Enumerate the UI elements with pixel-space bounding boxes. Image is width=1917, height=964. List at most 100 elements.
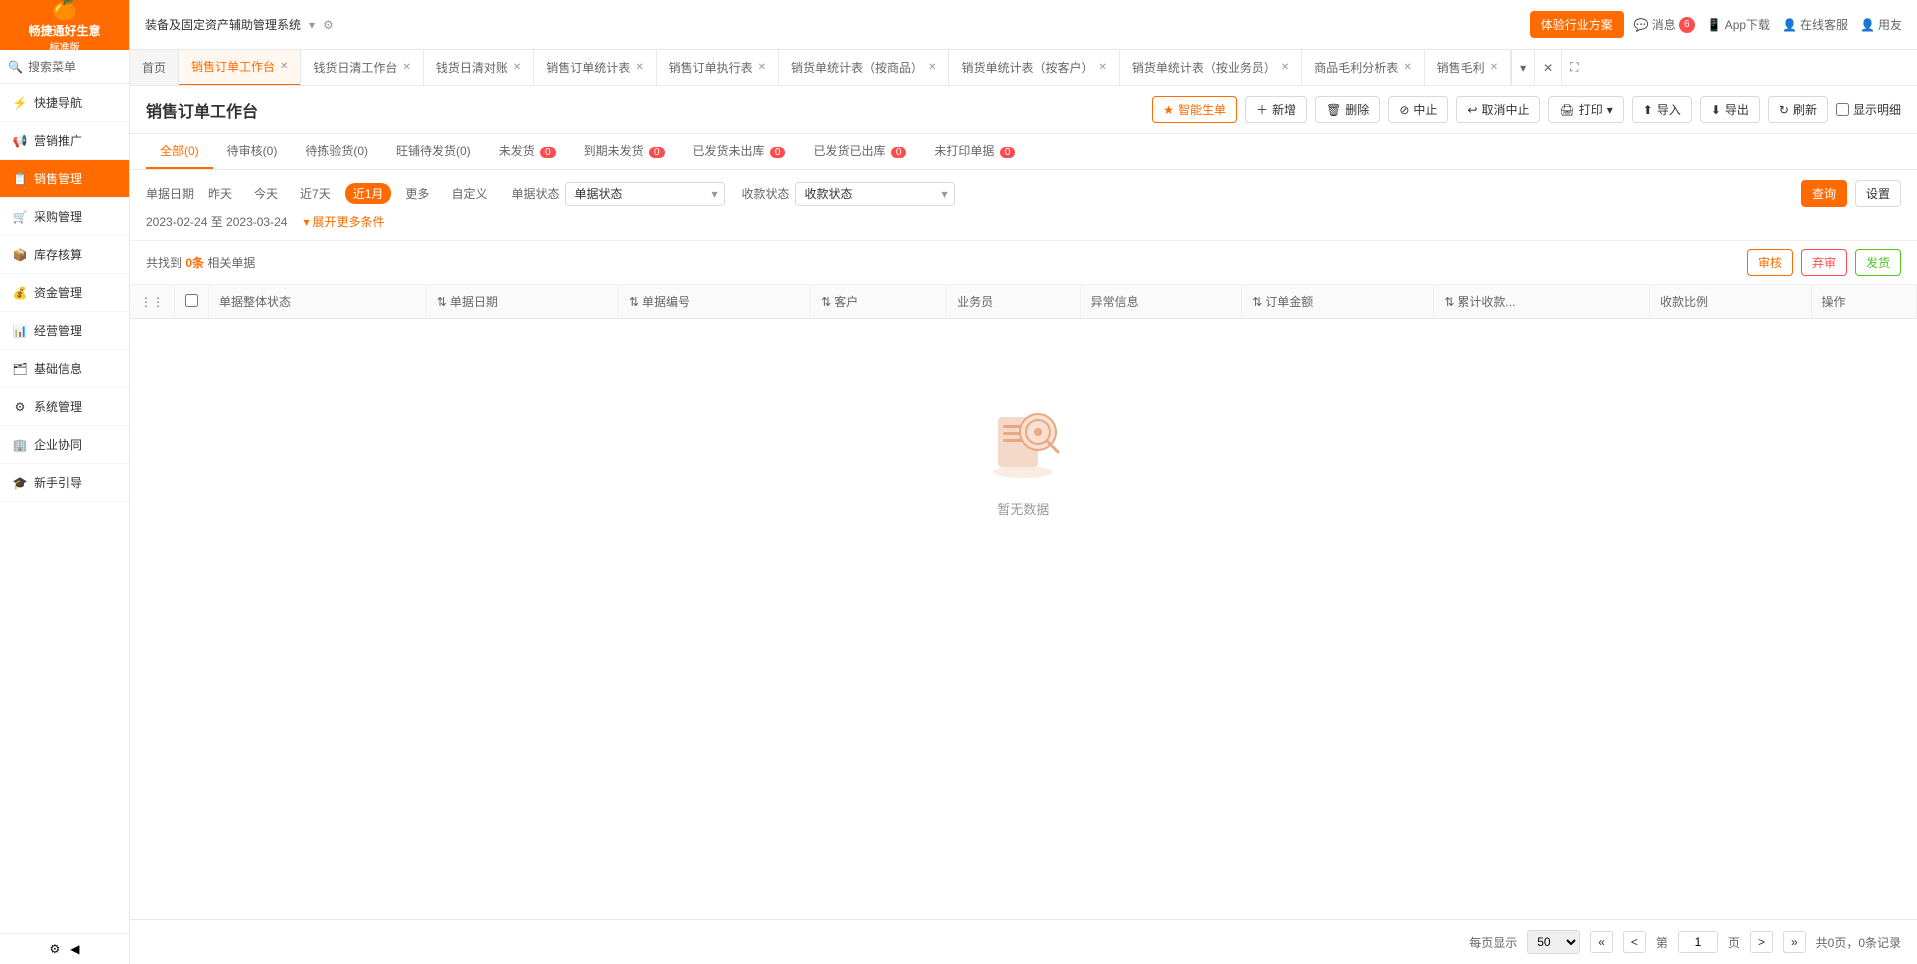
dropdown-icon[interactable]: ▾ <box>309 18 315 32</box>
page-size-select[interactable]: 50 100 200 <box>1527 930 1580 954</box>
close-tab-icon[interactable]: ✕ <box>280 61 288 72</box>
user-action[interactable]: 👤 用友 <box>1860 16 1902 33</box>
date-1month[interactable]: 近1月 <box>345 183 392 204</box>
cancel-stop-btn[interactable]: ↩ 取消中止 <box>1456 96 1540 123</box>
filter-tab-all[interactable]: 全部(0) <box>146 134 213 169</box>
th-number[interactable]: ⇅ 单据编号 <box>618 285 810 319</box>
sidebar-item-purchase[interactable]: 🛒 采购管理 <box>0 198 129 236</box>
th-status-sort[interactable]: 单据整体状态 <box>219 293 416 310</box>
sidebar-item-operations[interactable]: 📊 经营管理 <box>0 312 129 350</box>
review-btn[interactable]: 审核 <box>1747 249 1793 276</box>
cancel-review-btn[interactable]: 弃审 <box>1801 249 1847 276</box>
close-tab-icon[interactable]: ✕ <box>1403 62 1411 73</box>
online-service-action[interactable]: 👤 在线客服 <box>1782 16 1848 33</box>
ship-btn[interactable]: 发货 <box>1855 249 1901 276</box>
filter-tab-shipped-not-warehoused[interactable]: 已发货未出库 0 <box>679 134 800 169</box>
expand-filter-btn[interactable]: ▾ 展开更多条件 <box>303 213 384 230</box>
th-collected-sort[interactable]: ⇅ 累计收款... <box>1444 293 1639 310</box>
tab-sales-stats-customer[interactable]: 销货单统计表（按客户） ✕ <box>949 50 1119 86</box>
filter-tab-pending-review[interactable]: 待审核(0) <box>213 134 292 169</box>
tab-sales-stats-product[interactable]: 销货单统计表（按商品） ✕ <box>779 50 949 86</box>
tab-sales-order-stats[interactable]: 销售订单统计表 ✕ <box>534 50 656 86</box>
app-download-action[interactable]: 📱 App下载 <box>1707 16 1770 33</box>
status-select[interactable]: 单据状态 <box>565 182 725 206</box>
th-amount[interactable]: ⇅ 订单金额 <box>1242 285 1434 319</box>
tab-sales-order-execute[interactable]: 销售订单执行表 ✕ <box>657 50 779 86</box>
th-customer[interactable]: ⇅ 客户 <box>811 285 947 319</box>
sidebar-item-sales[interactable]: 📋 销售管理 <box>0 160 129 198</box>
sidebar-item-finance[interactable]: 💰 资金管理 <box>0 274 129 312</box>
th-ratio[interactable]: 收款比例 <box>1649 285 1811 319</box>
date-yesterday[interactable]: 昨天 <box>200 183 240 204</box>
stop-btn[interactable]: ⊘ 中止 <box>1388 96 1448 123</box>
th-date-sort[interactable]: ⇅ 单据日期 <box>437 293 608 310</box>
refresh-btn[interactable]: ↻ 刷新 <box>1768 96 1828 123</box>
sidebar-item-marketing[interactable]: 📢 营销推广 <box>0 122 129 160</box>
export-btn[interactable]: ⬇ 导出 <box>1700 96 1760 123</box>
th-customer-sort[interactable]: ⇅ 客户 <box>821 293 936 310</box>
filter-tab-shipped-warehoused[interactable]: 已发货已出库 0 <box>799 134 920 169</box>
select-all-checkbox[interactable] <box>185 294 198 307</box>
tab-sales-margin[interactable]: 销售毛利 ✕ <box>1425 50 1511 86</box>
filter-tab-overdue[interactable]: 到期未发货 0 <box>570 134 679 169</box>
close-tab-icon[interactable]: ✕ <box>402 62 410 73</box>
sidebar-item-enterprise[interactable]: 🏢 企业协同 <box>0 426 129 464</box>
close-tab-icon[interactable]: ✕ <box>1490 62 1498 73</box>
tab-fullscreen-btn[interactable]: ⛶ <box>1561 50 1586 86</box>
filter-tab-pending-inspect[interactable]: 待拣验货(0) <box>291 134 382 169</box>
sidebar-item-system[interactable]: ⚙ 系统管理 <box>0 388 129 426</box>
collapse-icon[interactable]: ◀ <box>70 942 79 956</box>
filter-tab-not-printed[interactable]: 未打印单据 0 <box>920 134 1029 169</box>
query-btn[interactable]: 查询 <box>1801 180 1847 207</box>
sidebar-item-guide[interactable]: 🎓 新手引导 <box>0 464 129 502</box>
tab-cash-reconcile[interactable]: 钱货日清对账 ✕ <box>424 50 534 86</box>
sidebar-item-quick-nav[interactable]: ⚡ 快捷导航 <box>0 84 129 122</box>
import-btn[interactable]: ⬆ 导入 <box>1632 96 1692 123</box>
date-more[interactable]: 更多 <box>397 183 437 204</box>
add-btn[interactable]: ＋ 新增 <box>1245 96 1307 123</box>
th-exception[interactable]: 异常信息 <box>1080 285 1242 319</box>
tab-more-btn[interactable]: ▾ <box>1511 50 1534 86</box>
close-tab-icon[interactable]: ✕ <box>513 62 521 73</box>
close-tab-icon[interactable]: ✕ <box>1098 62 1106 73</box>
prev-page-btn[interactable]: < <box>1623 931 1646 953</box>
message-action[interactable]: 💬 消息 6 <box>1634 16 1695 33</box>
filter-tab-not-shipped[interactable]: 未发货 0 <box>485 134 570 169</box>
close-tab-icon[interactable]: ✕ <box>1281 62 1289 73</box>
close-tab-icon[interactable]: ✕ <box>758 62 766 73</box>
current-page-input[interactable] <box>1678 931 1718 953</box>
first-page-btn[interactable]: « <box>1590 931 1613 953</box>
tab-sales-order-workbench[interactable]: 销售订单工作台 ✕ <box>179 50 301 86</box>
settings-btn[interactable]: 设置 <box>1855 180 1901 207</box>
payment-select[interactable]: 收款状态 <box>795 182 955 206</box>
close-tab-icon[interactable]: ✕ <box>635 62 643 73</box>
th-date[interactable]: ⇅ 单据日期 <box>426 285 618 319</box>
th-collected[interactable]: ⇅ 累计收款... <box>1434 285 1650 319</box>
close-tab-icon[interactable]: ✕ <box>928 62 936 73</box>
smart-create-btn[interactable]: ★ 智能生单 <box>1152 96 1237 123</box>
last-page-btn[interactable]: » <box>1783 931 1806 953</box>
th-number-sort[interactable]: ⇅ 单据编号 <box>629 293 800 310</box>
print-btn[interactable]: 🖨 打印 ▾ <box>1548 96 1623 123</box>
settings-icon[interactable]: ⚙ <box>323 18 334 32</box>
date-7days[interactable]: 近7天 <box>292 183 339 204</box>
tab-home[interactable]: 首页 <box>130 50 179 86</box>
demo-btn[interactable]: 体验行业方案 <box>1530 11 1624 38</box>
tab-close-all-btn[interactable]: ✕ <box>1534 50 1561 86</box>
settings-footer-icon[interactable]: ⚙ <box>50 942 61 956</box>
date-today[interactable]: 今天 <box>246 183 286 204</box>
th-staff[interactable]: 业务员 <box>947 285 1080 319</box>
search-menu-item[interactable]: 🔍 搜索菜单 <box>0 50 129 84</box>
th-checkbox[interactable] <box>175 285 209 319</box>
th-status[interactable]: 单据整体状态 <box>209 285 427 319</box>
filter-tab-wangpu[interactable]: 旺铺待发货(0) <box>382 134 485 169</box>
th-amount-sort[interactable]: ⇅ 订单金额 <box>1252 293 1423 310</box>
sidebar-item-inventory[interactable]: 📦 库存核算 <box>0 236 129 274</box>
date-custom[interactable]: 自定义 <box>443 183 495 204</box>
show-detail-checkbox[interactable] <box>1836 103 1849 116</box>
tab-cash-daily[interactable]: 钱货日清工作台 ✕ <box>301 50 423 86</box>
tab-product-margin[interactable]: 商品毛利分析表 ✕ <box>1302 50 1424 86</box>
sidebar-item-basic-info[interactable]: 🗂 基础信息 <box>0 350 129 388</box>
delete-btn[interactable]: 🗑 删除 <box>1315 96 1380 123</box>
tab-sales-stats-staff[interactable]: 销货单统计表（按业务员） ✕ <box>1120 50 1302 86</box>
